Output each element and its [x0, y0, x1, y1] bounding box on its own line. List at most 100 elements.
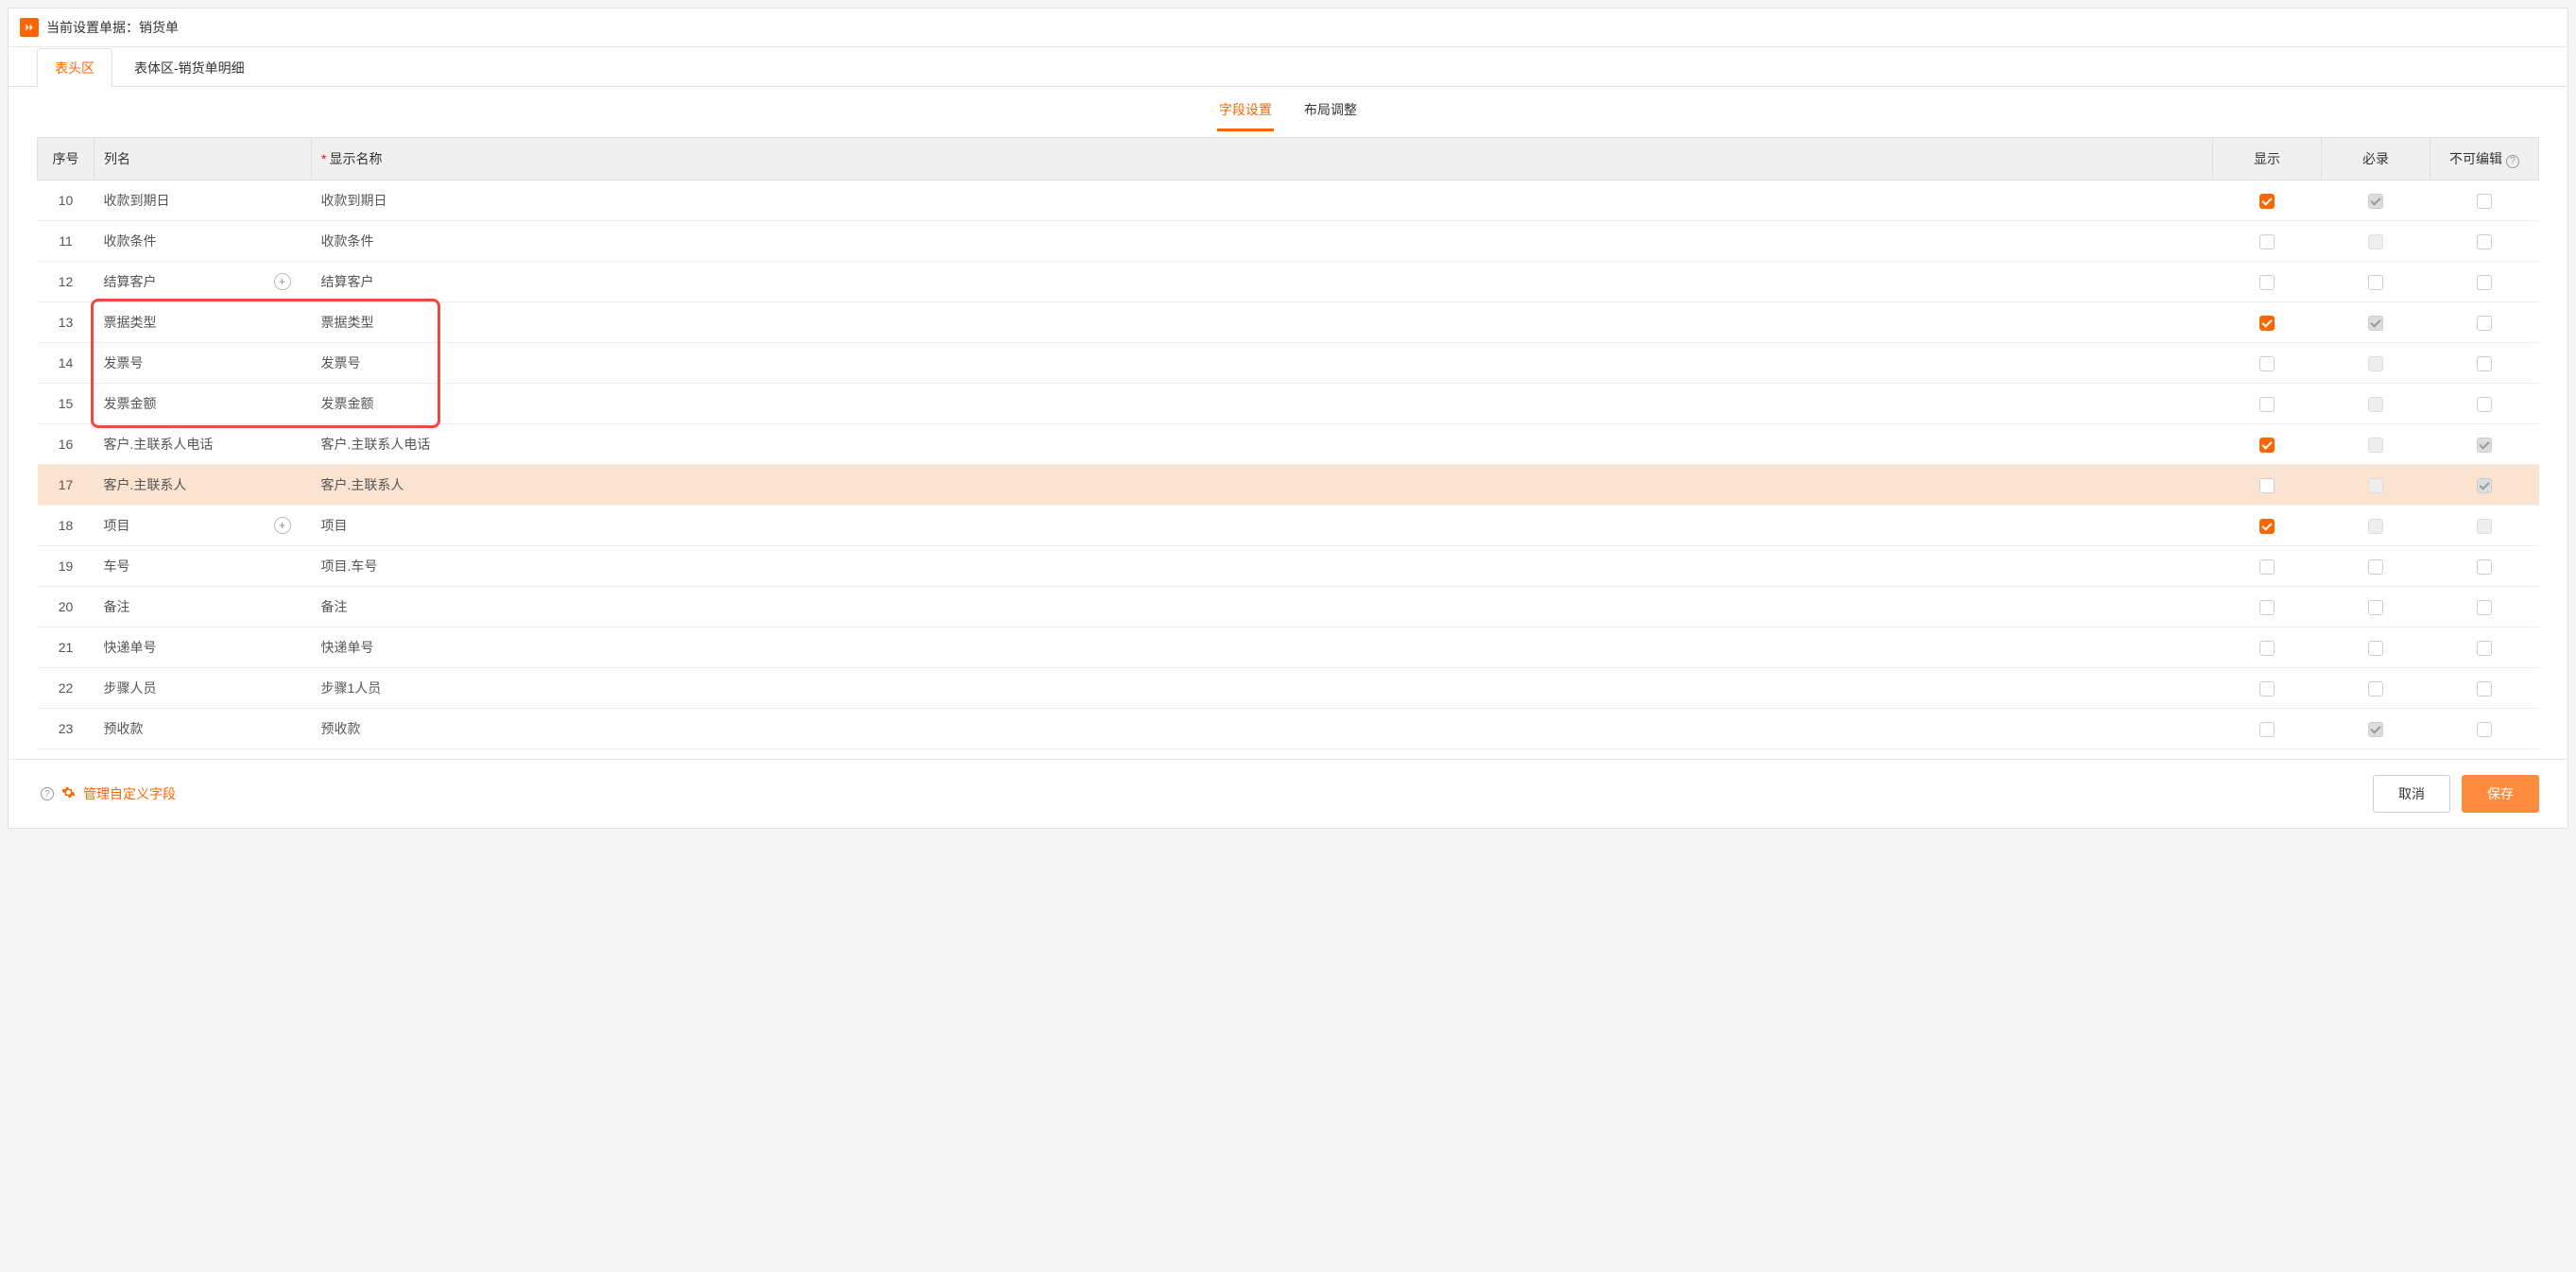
cell-display-name[interactable]: 票据类型 — [312, 302, 2213, 343]
table-row[interactable]: 21快递单号快递单号 — [38, 627, 2539, 668]
required-checkbox — [2368, 438, 2383, 453]
cell-display-name[interactable]: 客户.主联系人电话 — [312, 424, 2213, 465]
show-checkbox[interactable] — [2259, 722, 2275, 737]
readonly-checkbox[interactable] — [2477, 356, 2492, 371]
required-checkbox — [2368, 234, 2383, 249]
readonly-checkbox[interactable] — [2477, 234, 2492, 249]
table-row[interactable]: 10收款到期日收款到期日 — [38, 180, 2539, 221]
save-button[interactable]: 保存 — [2462, 775, 2539, 813]
cell-seq: 20 — [38, 587, 94, 627]
readonly-checkbox[interactable] — [2477, 722, 2492, 737]
required-checkbox[interactable] — [2368, 600, 2383, 615]
table-row[interactable]: 19车号项目.车号 — [38, 546, 2539, 587]
tabs-secondary: 字段设置布局调整 — [9, 87, 2567, 131]
cancel-button[interactable]: 取消 — [2373, 775, 2450, 813]
show-checkbox[interactable] — [2259, 397, 2275, 412]
cell-display-name[interactable]: 预收款 — [312, 709, 2213, 749]
show-checkbox[interactable] — [2259, 478, 2275, 493]
col-header-required: 必录 — [2322, 138, 2430, 180]
cell-show — [2213, 668, 2322, 709]
cell-name: 发票号 — [94, 343, 312, 384]
readonly-checkbox[interactable] — [2477, 194, 2492, 209]
table-row[interactable]: 11收款条件收款条件 — [38, 221, 2539, 262]
cell-required — [2322, 587, 2430, 627]
cell-display-name[interactable]: 备注 — [312, 587, 2213, 627]
cell-seq: 18 — [38, 506, 94, 546]
cell-show — [2213, 180, 2322, 221]
required-checkbox — [2368, 316, 2383, 331]
tab-primary-0[interactable]: 表头区 — [37, 48, 112, 87]
field-table: 序号 列名 *显示名称 显示 必录 不可编辑? 10收款到期日收款到期日11收款… — [37, 137, 2539, 749]
field-name-label: 步骤人员 — [104, 679, 157, 697]
cell-display-name[interactable]: 收款条件 — [312, 221, 2213, 262]
required-checkbox[interactable] — [2368, 641, 2383, 656]
table-row[interactable]: 12结算客户+结算客户 — [38, 262, 2539, 302]
settings-panel: 当前设置单据：销货单 表头区表体区-销货单明细 字段设置布局调整 序号 列名 *… — [8, 8, 2568, 829]
cell-display-name[interactable]: 项目.车号 — [312, 546, 2213, 587]
cell-name: 客户.主联系人电话 — [94, 424, 312, 465]
required-checkbox[interactable] — [2368, 275, 2383, 290]
show-checkbox[interactable] — [2259, 438, 2275, 453]
cell-seq: 17 — [38, 465, 94, 506]
readonly-checkbox[interactable] — [2477, 641, 2492, 656]
cell-seq: 12 — [38, 262, 94, 302]
table-header-row: 序号 列名 *显示名称 显示 必录 不可编辑? — [38, 138, 2539, 180]
expand-field-button[interactable]: + — [274, 273, 291, 290]
show-checkbox[interactable] — [2259, 600, 2275, 615]
table-row[interactable]: 20备注备注 — [38, 587, 2539, 627]
show-checkbox[interactable] — [2259, 316, 2275, 331]
show-checkbox[interactable] — [2259, 519, 2275, 534]
show-checkbox[interactable] — [2259, 356, 2275, 371]
table-row[interactable]: 14发票号发票号 — [38, 343, 2539, 384]
tab-primary-1[interactable]: 表体区-销货单明细 — [116, 48, 263, 87]
table-row[interactable]: 13票据类型票据类型 — [38, 302, 2539, 343]
table-row[interactable]: 16客户.主联系人电话客户.主联系人电话 — [38, 424, 2539, 465]
cell-display-name[interactable]: 客户.主联系人 — [312, 465, 2213, 506]
tab-secondary-1[interactable]: 布局调整 — [1302, 100, 1359, 131]
cell-display-name[interactable]: 收款到期日 — [312, 180, 2213, 221]
readonly-checkbox[interactable] — [2477, 681, 2492, 696]
show-checkbox[interactable] — [2259, 559, 2275, 575]
expand-field-button[interactable]: + — [274, 517, 291, 534]
show-checkbox[interactable] — [2259, 234, 2275, 249]
field-name-label: 收款到期日 — [104, 191, 170, 210]
collapse-toggle-button[interactable] — [20, 18, 39, 37]
tab-secondary-0[interactable]: 字段设置 — [1217, 100, 1274, 131]
field-name-label: 预收款 — [104, 719, 144, 738]
show-checkbox[interactable] — [2259, 681, 2275, 696]
help-icon[interactable]: ? — [41, 787, 54, 800]
required-checkbox[interactable] — [2368, 559, 2383, 575]
show-checkbox[interactable] — [2259, 641, 2275, 656]
cell-display-name[interactable]: 快递单号 — [312, 627, 2213, 668]
cell-display-name[interactable]: 发票号 — [312, 343, 2213, 384]
help-icon[interactable]: ? — [2506, 155, 2519, 168]
cell-name: 车号 — [94, 546, 312, 587]
readonly-checkbox[interactable] — [2477, 275, 2492, 290]
cell-name: 结算客户+ — [94, 262, 312, 302]
table-row[interactable]: 15发票金额发票金额 — [38, 384, 2539, 424]
show-checkbox[interactable] — [2259, 275, 2275, 290]
cell-display-name[interactable]: 结算客户 — [312, 262, 2213, 302]
cell-name: 备注 — [94, 587, 312, 627]
table-row[interactable]: 18项目+项目 — [38, 506, 2539, 546]
required-checkbox[interactable] — [2368, 681, 2383, 696]
table-row[interactable]: 17客户.主联系人客户.主联系人 — [38, 465, 2539, 506]
manage-custom-fields-link[interactable]: 管理自定义字段 — [83, 784, 176, 803]
cell-readonly — [2430, 180, 2539, 221]
show-checkbox[interactable] — [2259, 194, 2275, 209]
table-row[interactable]: 22 步骤人员 步骤1人员 — [38, 668, 2539, 709]
readonly-checkbox[interactable] — [2477, 600, 2492, 615]
cell-display-name[interactable]: 发票金额 — [312, 384, 2213, 424]
cell-display-name[interactable]: 项目 — [312, 506, 2213, 546]
cell-required — [2322, 302, 2430, 343]
readonly-checkbox[interactable] — [2477, 397, 2492, 412]
required-checkbox — [2368, 194, 2383, 209]
readonly-checkbox[interactable] — [2477, 316, 2492, 331]
col-header-seq: 序号 — [38, 138, 94, 180]
field-name-label: 车号 — [104, 557, 130, 576]
cell-required — [2322, 668, 2430, 709]
readonly-checkbox[interactable] — [2477, 559, 2492, 575]
cell-seq: 22 — [38, 668, 94, 709]
cell-display-name[interactable]: 步骤1人员 — [312, 668, 2213, 709]
table-row[interactable]: 23预收款预收款 — [38, 709, 2539, 749]
